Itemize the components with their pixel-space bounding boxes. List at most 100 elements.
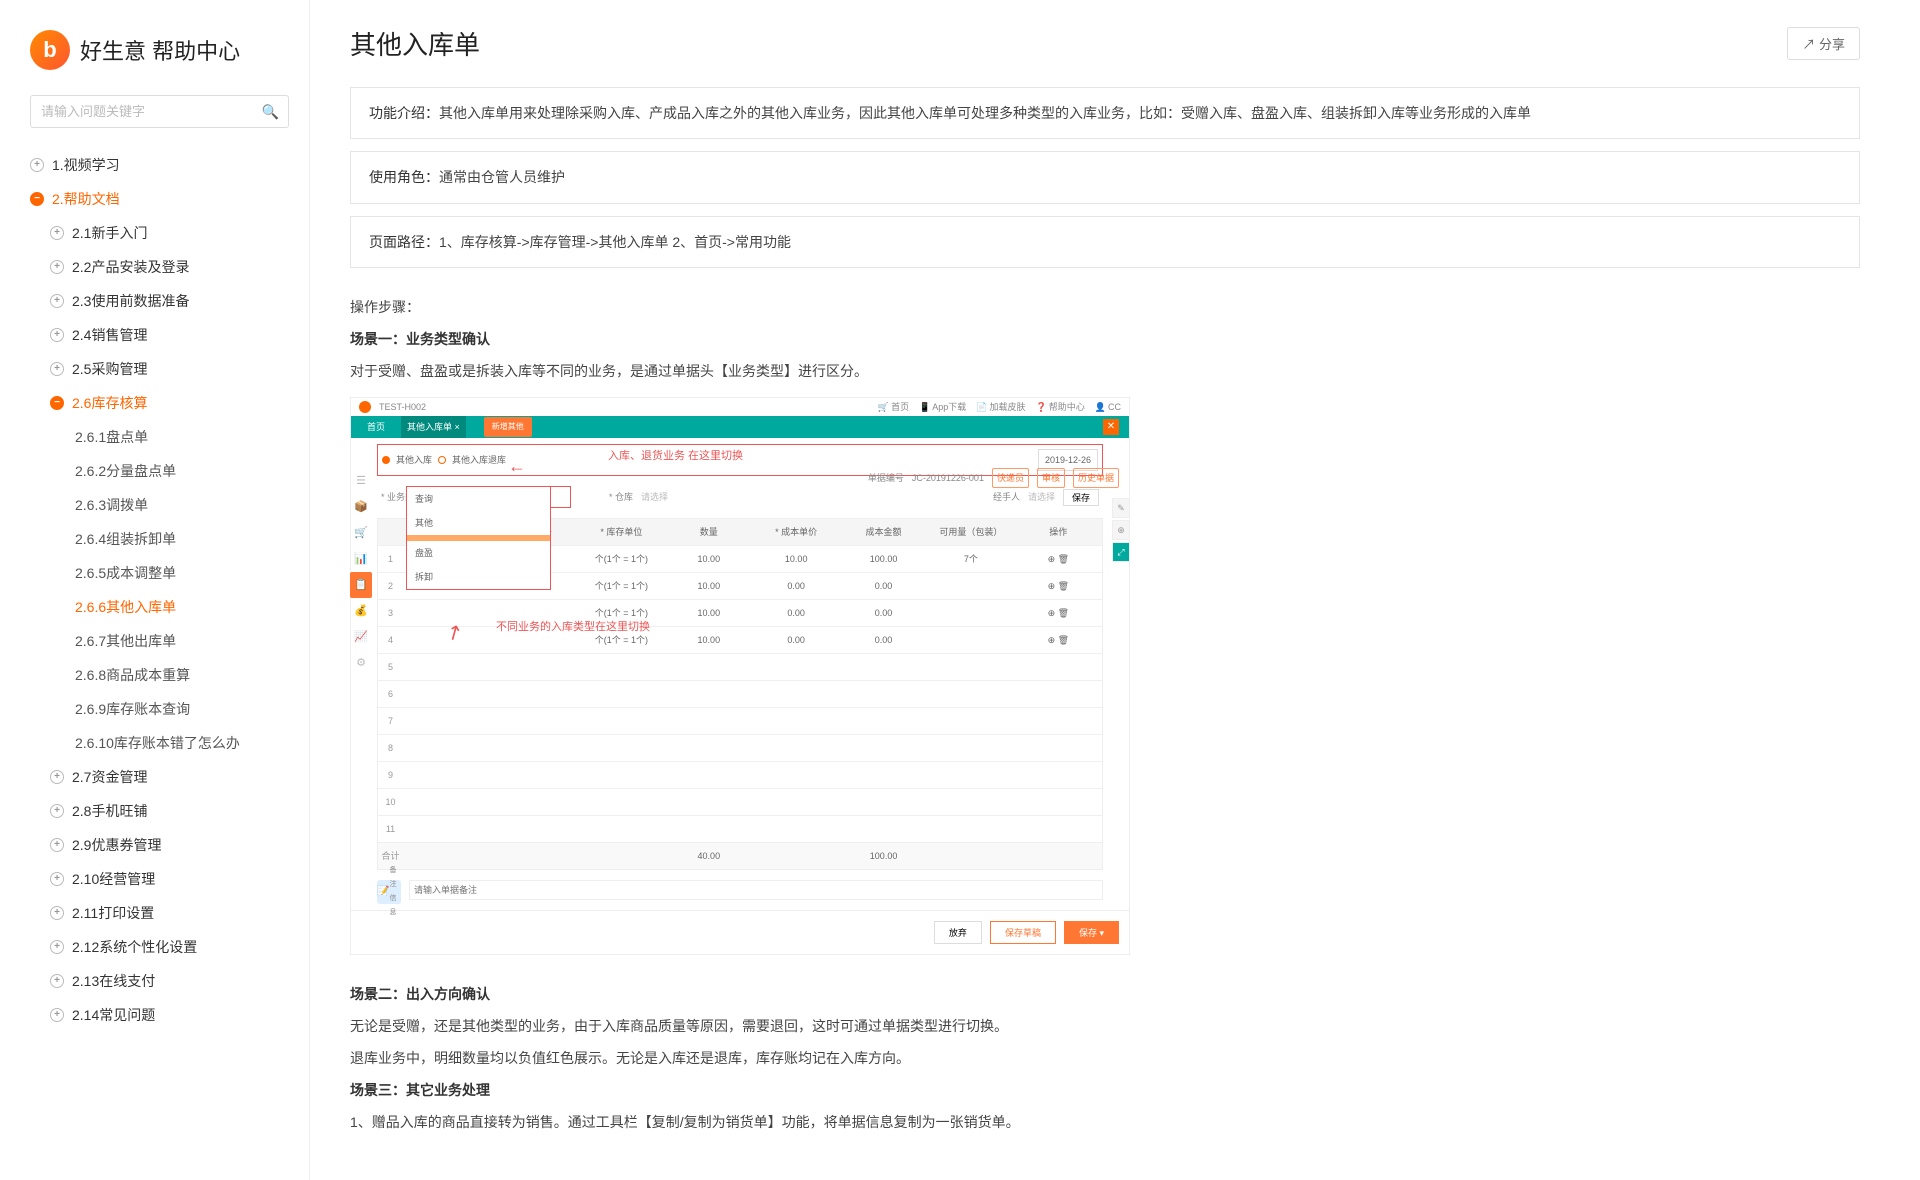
minus-icon: −: [50, 396, 64, 410]
nav-item-2-6-9[interactable]: 2.6.9库存账本查询: [30, 692, 289, 726]
logo-text: 好生意 帮助中心: [80, 34, 240, 66]
nav-item-2-6-7[interactable]: 2.6.7其他出库单: [30, 624, 289, 658]
right-rail: ✎ ⊕ ⤢: [1112, 498, 1130, 564]
top-link: ❓ 帮助中心: [1036, 398, 1085, 416]
draft-button: 保存草稿: [990, 921, 1056, 944]
tab-home: 首页: [361, 416, 391, 438]
test-label: TEST-H002: [379, 398, 870, 416]
tab-current: 其他入库单 ×: [401, 416, 466, 438]
nav-tree: +1.视频学习 −2.帮助文档 +2.1新手入门 +2.2产品安装及登录 +2.…: [30, 148, 289, 1032]
plus-icon: +: [50, 940, 64, 954]
nav-item-2-13[interactable]: +2.13在线支付: [30, 964, 289, 998]
nav-item-2-7[interactable]: +2.7资金管理: [30, 760, 289, 794]
rail-icon: ⚙: [350, 650, 372, 676]
doc-no-label: 单据编号: [868, 469, 904, 487]
nav-item-2-6-3[interactable]: 2.6.3调拨单: [30, 488, 289, 522]
annotation-text: 入库、退货业务 在这里切换: [608, 445, 743, 467]
info-text: 通常由仓管人员维护: [439, 169, 565, 185]
nav-item-docs[interactable]: −2.帮助文档: [30, 182, 289, 216]
avatar-icon: 👤 CC: [1095, 398, 1121, 416]
rail-icon: ⊕: [1112, 520, 1130, 540]
nav-item-2-6-2[interactable]: 2.6.2分量盘点单: [30, 454, 289, 488]
nav-item-video[interactable]: +1.视频学习: [30, 148, 289, 182]
search-input[interactable]: [30, 95, 289, 128]
total-amt: 100.00: [840, 847, 927, 865]
plus-icon: +: [50, 1008, 64, 1022]
info-label: 页面路径：: [369, 234, 439, 250]
nav-item-2-2[interactable]: +2.2产品安装及登录: [30, 250, 289, 284]
top-link: 📱 App下载: [919, 398, 966, 416]
nav-item-2-3[interactable]: +2.3使用前数据准备: [30, 284, 289, 318]
save-button: 保存 ▾: [1064, 921, 1119, 944]
scene2-p2: 退库业务中，明细数量均以负值红色展示。无论是入库还是退库，库存账均记在入库方向。: [350, 1044, 1860, 1072]
nav-item-2-8[interactable]: +2.8手机旺铺: [30, 794, 289, 828]
nav-item-2-6-8[interactable]: 2.6.8商品成本重算: [30, 658, 289, 692]
plus-icon: +: [50, 838, 64, 852]
radio-label: 其他入库退库: [452, 451, 506, 469]
table-row: 4个(1个 = 1个)10.000.000.00⊕ 🗑: [378, 626, 1102, 653]
nav-item-2-6[interactable]: −2.6库存核算: [30, 386, 289, 420]
annotation-arrow-icon: ←: [508, 448, 526, 484]
plus-icon: +: [50, 804, 64, 818]
filter-label: 经手人: [993, 488, 1020, 506]
nav-item-2-1[interactable]: +2.1新手入门: [30, 216, 289, 250]
minus-icon: −: [30, 192, 44, 206]
scene1-desc: 对于受赠、盘盈或是拆装入库等不同的业务，是通过单据头【业务类型】进行区分。: [350, 357, 1860, 385]
plus-icon: +: [50, 872, 64, 886]
doc-no: JC-20191226-001: [912, 469, 984, 487]
scene3-title: 场景三：其它业务处理: [350, 1076, 1860, 1104]
plus-icon: +: [50, 260, 64, 274]
scene1-title: 场景一：业务类型确认: [350, 325, 1860, 353]
radio-icon: [438, 456, 446, 464]
dropdown-item: 盘盈: [407, 541, 550, 565]
rail-icon: 📋: [350, 572, 372, 598]
nav-item-2-6-5[interactable]: 2.6.5成本调整单: [30, 556, 289, 590]
nav-item-2-4[interactable]: +2.4销售管理: [30, 318, 289, 352]
rail-icon: ⤢: [1112, 542, 1130, 562]
nav-item-2-12[interactable]: +2.12系统个性化设置: [30, 930, 289, 964]
tag: 审核: [1037, 468, 1065, 488]
info-text: 1、库存核算->库存管理->其他入库单 2、首页->常用功能: [439, 234, 791, 250]
save-button: 保存: [1063, 489, 1099, 506]
top-link: 🛒 首页: [878, 398, 909, 416]
nav-item-2-10[interactable]: +2.10经营管理: [30, 862, 289, 896]
info-text: 其他入库单用来处理除采购入库、产成品入库之外的其他入库业务，因此其他入库单可处理…: [439, 105, 1531, 121]
nav-item-2-9[interactable]: +2.9优惠券管理: [30, 828, 289, 862]
rail-icon: 📈: [350, 624, 372, 650]
cancel-button: 放弃: [934, 921, 982, 944]
nav-item-2-5[interactable]: +2.5采购管理: [30, 352, 289, 386]
plus-icon: +: [50, 226, 64, 240]
th: 操作: [1015, 523, 1102, 541]
embedded-screenshot: TEST-H002 🛒 首页 📱 App下载 📄 加载皮肤 ❓ 帮助中心 👤 C…: [350, 397, 1130, 955]
content: 操作步骤： 场景一：业务类型确认 对于受赠、盘盈或是拆装入库等不同的业务，是通过…: [350, 293, 1860, 1136]
th: * 成本单价: [753, 523, 840, 541]
nav-item-2-11[interactable]: +2.11打印设置: [30, 896, 289, 930]
total-qty: 40.00: [665, 847, 752, 865]
info-box-path: 页面路径：1、库存核算->库存管理->其他入库单 2、首页->常用功能: [350, 216, 1860, 268]
plus-icon: +: [50, 328, 64, 342]
scene2-p1: 无论是受赠，还是其他类型的业务，由于入库商品质量等原因，需要退回，这时可通过单据…: [350, 1012, 1860, 1040]
rail-icon: 💰: [350, 598, 372, 624]
nav-item-2-6-1[interactable]: 2.6.1盘点单: [30, 420, 289, 454]
plus-icon: +: [50, 906, 64, 920]
app-logo-icon: [359, 401, 371, 413]
main-content: 其他入库单 ↗ 分享 功能介绍：其他入库单用来处理除采购入库、产成品入库之外的其…: [310, 0, 1920, 1180]
nav-item-2-6-10[interactable]: 2.6.10库存账本错了怎么办: [30, 726, 289, 760]
info-label: 使用角色：: [369, 169, 439, 185]
logo-icon: b: [30, 30, 70, 70]
dropdown-item: 查询: [407, 487, 550, 511]
remark-input: [409, 880, 1103, 900]
page-title: 其他入库单: [350, 25, 480, 62]
search-icon[interactable]: 🔍: [262, 103, 279, 120]
tag: 历史单据: [1073, 468, 1119, 488]
dropdown-item: 其他: [407, 511, 550, 535]
plus-icon: +: [50, 362, 64, 376]
plus-icon: +: [50, 294, 64, 308]
rail-icon: 📊: [350, 546, 372, 572]
radio-label: 其他入库: [396, 451, 432, 469]
nav-item-2-6-4[interactable]: 2.6.4组装拆卸单: [30, 522, 289, 556]
nav-item-2-6-6[interactable]: 2.6.6其他入库单: [30, 590, 289, 624]
share-button[interactable]: ↗ 分享: [1787, 27, 1860, 60]
nav-item-2-14[interactable]: +2.14常见问题: [30, 998, 289, 1032]
top-link: 📄 加载皮肤: [976, 398, 1025, 416]
